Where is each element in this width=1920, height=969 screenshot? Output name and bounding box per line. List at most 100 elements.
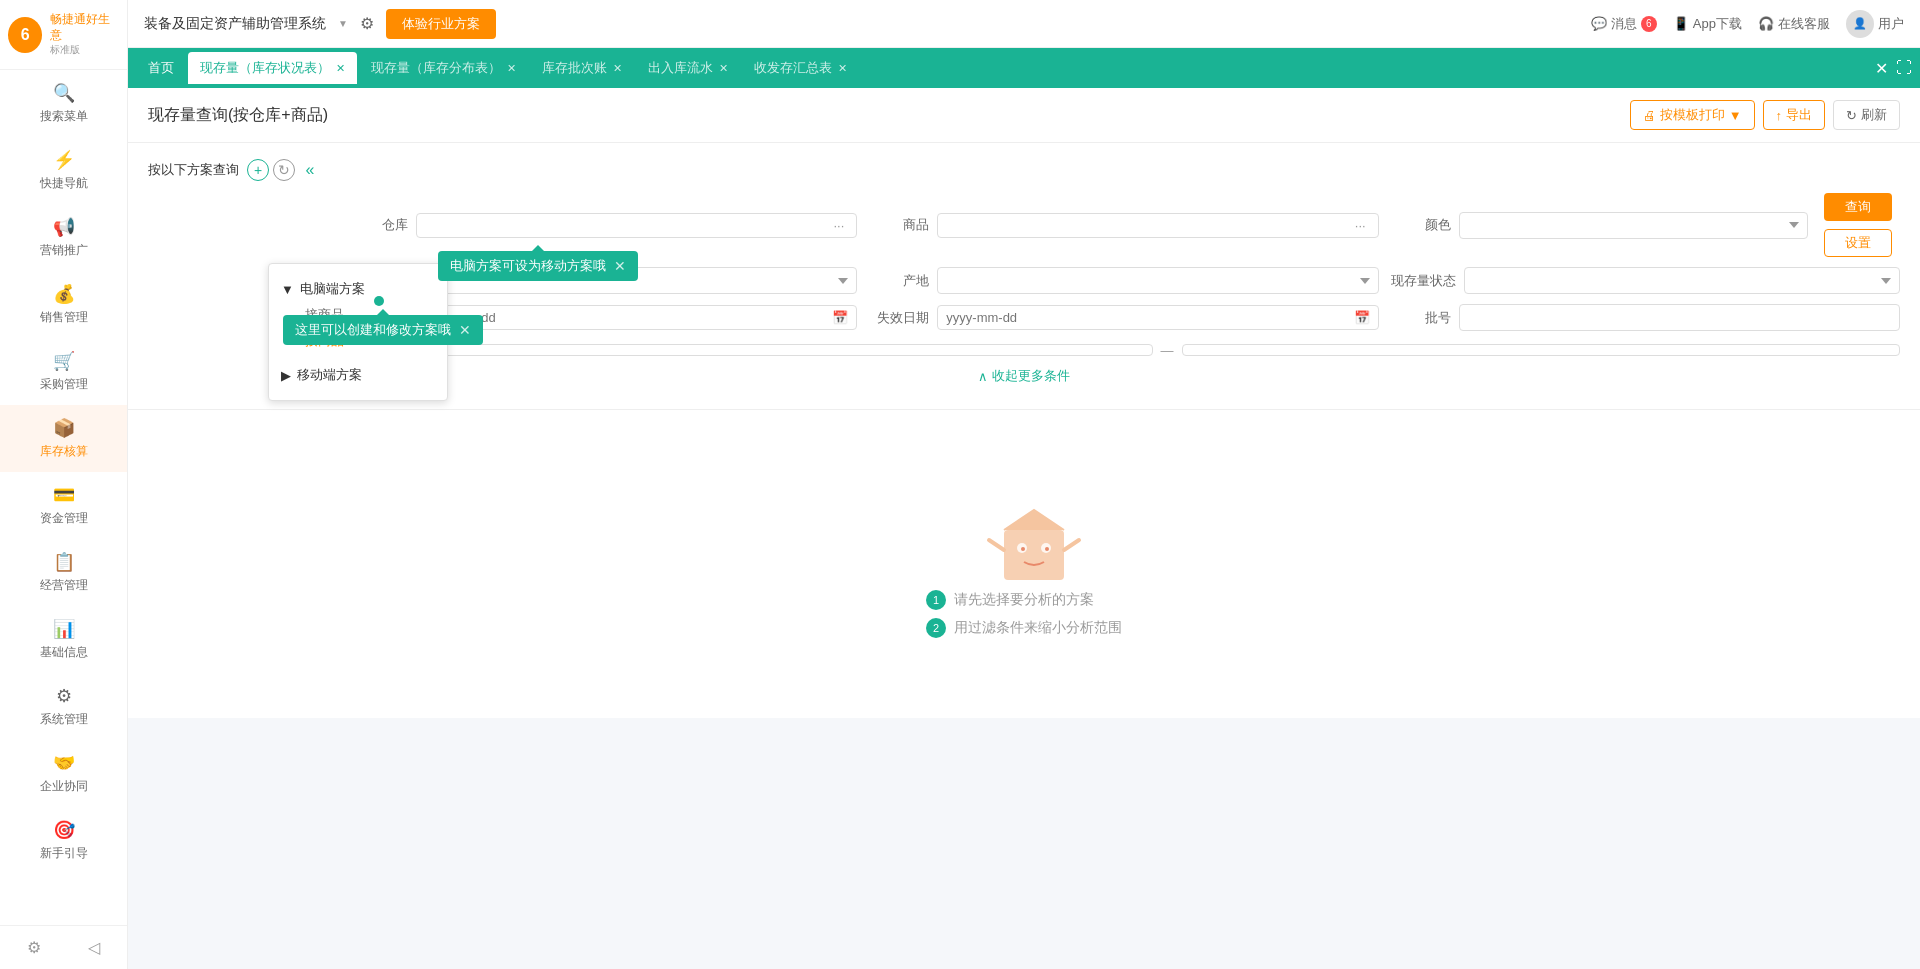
refresh-icon: ↻ xyxy=(1846,108,1857,123)
add-scheme-btn[interactable]: + xyxy=(247,159,269,181)
print-dropdown-icon: ▼ xyxy=(1729,108,1742,123)
tooltip-close-2[interactable]: ✕ xyxy=(459,322,471,338)
print-btn[interactable]: 🖨 按模板打印 ▼ xyxy=(1630,100,1755,130)
sidebar-item-management[interactable]: 📋 经营管理 xyxy=(0,539,127,606)
page-header: 现存量查询(按仓库+商品) 🖨 按模板打印 ▼ ↑ 导出 ↻ 刷新 xyxy=(128,88,1920,143)
filter-field-color: 颜色 查询 设置 xyxy=(1391,193,1900,257)
svg-point-3 xyxy=(1021,547,1025,551)
refresh-btn[interactable]: ↻ 刷新 xyxy=(1833,100,1900,130)
goods-label: 商品 xyxy=(869,216,929,234)
message-badge: 6 xyxy=(1641,16,1657,32)
production-date-calendar-icon[interactable]: 📅 xyxy=(832,310,848,325)
dot-indicator xyxy=(374,296,384,306)
tab-close-inventory-dist[interactable]: ✕ xyxy=(507,62,516,75)
color-label: 颜色 xyxy=(1391,216,1451,234)
basic-icon: 📊 xyxy=(53,618,75,640)
guide-icon: ⚡ xyxy=(53,149,75,171)
top-bar-right: 💬 消息 6 📱 App下载 🎧 在线客服 👤 用户 xyxy=(1591,10,1904,38)
logo-badge: 标准版 xyxy=(50,43,119,57)
svg-rect-0 xyxy=(1004,530,1064,580)
mobile-scheme-header[interactable]: ▶ 移动端方案 xyxy=(281,362,435,388)
page-actions: 🖨 按模板打印 ▼ ↑ 导出 ↻ 刷新 xyxy=(1630,100,1900,130)
tab-inventory-dist[interactable]: 现存量（库存分布表） ✕ xyxy=(359,52,528,84)
filter-row-1: 仓库 ··· 商品 ··· xyxy=(348,193,1900,257)
tab-batch-account[interactable]: 库存批次账 ✕ xyxy=(530,52,634,84)
online-support-btn[interactable]: 🎧 在线客服 xyxy=(1758,15,1830,33)
logo-icon: 6 xyxy=(8,17,42,53)
stock-range-start-input[interactable] xyxy=(434,344,1153,356)
sidebar-item-purchase[interactable]: 🛒 采购管理 xyxy=(0,338,127,405)
range-separator: — xyxy=(1161,343,1174,358)
user-profile-btn[interactable]: 👤 用户 xyxy=(1846,10,1904,38)
production-date-field[interactable] xyxy=(425,310,828,325)
tab-inventory-status[interactable]: 现存量（库存状况表） ✕ xyxy=(188,52,357,84)
sidebar-item-finance[interactable]: 💳 资金管理 xyxy=(0,472,127,539)
refresh-scheme-btn[interactable]: ↻ xyxy=(273,159,295,181)
top-bar: 装备及固定资产辅助管理系统 ▼ ⚙ 体验行业方案 💬 消息 6 📱 App下载 … xyxy=(128,0,1920,48)
expiry-date-field[interactable] xyxy=(946,310,1349,325)
step-1-num: 1 xyxy=(926,590,946,610)
inventory-icon: 📦 xyxy=(53,417,75,439)
expiry-date-calendar-icon[interactable]: 📅 xyxy=(1354,310,1370,325)
sidebar-item-enterprise[interactable]: 🤝 企业协同 xyxy=(0,740,127,807)
tooltip-bubble-1: 电脑方案可设为移动方案哦 ✕ xyxy=(438,251,638,281)
reset-button[interactable]: 设置 xyxy=(1824,229,1892,257)
tooltip-bubble-2: 这里可以创建和修改方案哦 ✕ xyxy=(283,315,483,345)
newbie-icon: 🎯 xyxy=(53,819,75,841)
industry-plan-button[interactable]: 体验行业方案 xyxy=(386,9,496,39)
export-btn[interactable]: ↑ 导出 xyxy=(1763,100,1826,130)
sidebar-logo: 6 畅捷通好生意 标准版 xyxy=(0,0,127,70)
footer-settings-icon[interactable]: ⚙ xyxy=(27,938,41,957)
color-select[interactable] xyxy=(1459,212,1808,239)
stock-status-select[interactable] xyxy=(1464,267,1900,294)
tab-close-batch-account[interactable]: ✕ xyxy=(613,62,622,75)
stock-range-end-input[interactable] xyxy=(1182,344,1901,356)
step-2-text: 用过滤条件来缩小分析范围 xyxy=(954,619,1122,637)
sidebar-item-marketing[interactable]: 📢 营销推广 xyxy=(0,204,127,271)
tab-close-inventory-status[interactable]: ✕ xyxy=(336,62,345,75)
sidebar-item-guide[interactable]: ⚡ 快捷导航 xyxy=(0,137,127,204)
filter-field-origin: 产地 xyxy=(869,267,1378,294)
sidebar-item-basic[interactable]: 📊 基础信息 xyxy=(0,606,127,673)
tooltip-close-1[interactable]: ✕ xyxy=(614,258,626,274)
messages-btn[interactable]: 💬 消息 6 xyxy=(1591,15,1657,33)
filter-field-warehouse: 仓库 ··· xyxy=(348,213,857,238)
settings-icon[interactable]: ⚙ xyxy=(360,14,374,33)
app-download-btn[interactable]: 📱 App下载 xyxy=(1673,15,1742,33)
enterprise-icon: 🤝 xyxy=(53,752,75,774)
batch-input[interactable] xyxy=(1459,304,1900,331)
warehouse-dots-btn[interactable]: ··· xyxy=(829,218,848,233)
tab-inout-flow[interactable]: 出入库流水 ✕ xyxy=(636,52,740,84)
origin-select[interactable] xyxy=(937,267,1378,294)
filter-header-label: 按以下方案查询 xyxy=(148,161,239,179)
goods-dots-btn[interactable]: ··· xyxy=(1351,218,1370,233)
back-scheme-btn[interactable]: « xyxy=(299,159,321,181)
page-title: 现存量查询(按仓库+商品) xyxy=(148,105,328,126)
empty-state: 1 请先选择要分析的方案 2 用过滤条件来缩小分析范围 xyxy=(128,410,1920,718)
sidebar-item-newbie[interactable]: 🎯 新手引导 xyxy=(0,807,127,874)
tab-close-inout-flow[interactable]: ✕ xyxy=(719,62,728,75)
batch-label: 批号 xyxy=(1391,309,1451,327)
filter-field-expiry-date: 失效日期 📅 xyxy=(869,305,1378,330)
filter-area: 按以下方案查询 + ↻ « ▼ 电脑端方案 接商品 xyxy=(128,143,1920,410)
sidebar-item-sales[interactable]: 💰 销售管理 xyxy=(0,271,127,338)
tab-receive-summary[interactable]: 收发存汇总表 ✕ xyxy=(742,52,859,84)
sidebar-item-system[interactable]: ⚙ 系统管理 xyxy=(0,673,127,740)
filter-field-batch: 批号 xyxy=(1391,304,1900,331)
sidebar-item-search[interactable]: 🔍 搜索菜单 xyxy=(0,70,127,137)
sidebar-item-inventory[interactable]: 📦 库存核算 xyxy=(0,405,127,472)
system-dropdown[interactable]: ▼ xyxy=(338,18,348,29)
svg-line-5 xyxy=(989,540,1004,550)
search-button[interactable]: 查询 xyxy=(1824,193,1892,221)
desktop-scheme-header[interactable]: ▼ 电脑端方案 xyxy=(281,276,435,302)
scheme-arrow-icon: ▼ xyxy=(281,282,294,297)
expiry-date-input[interactable]: 📅 xyxy=(937,305,1378,330)
tab-close-all-icon[interactable]: ✕ xyxy=(1875,59,1888,78)
content-area: 现存量查询(按仓库+商品) 🖨 按模板打印 ▼ ↑ 导出 ↻ 刷新 xyxy=(128,88,1920,969)
tab-home[interactable]: 首页 xyxy=(136,52,186,84)
filter-header-icons: + ↻ « xyxy=(247,159,321,181)
tab-close-receive-summary[interactable]: ✕ xyxy=(838,62,847,75)
tab-expand-icon[interactable]: ⛶ xyxy=(1896,59,1912,77)
footer-collapse-icon[interactable]: ◁ xyxy=(88,938,100,957)
purchase-icon: 🛒 xyxy=(53,350,75,372)
